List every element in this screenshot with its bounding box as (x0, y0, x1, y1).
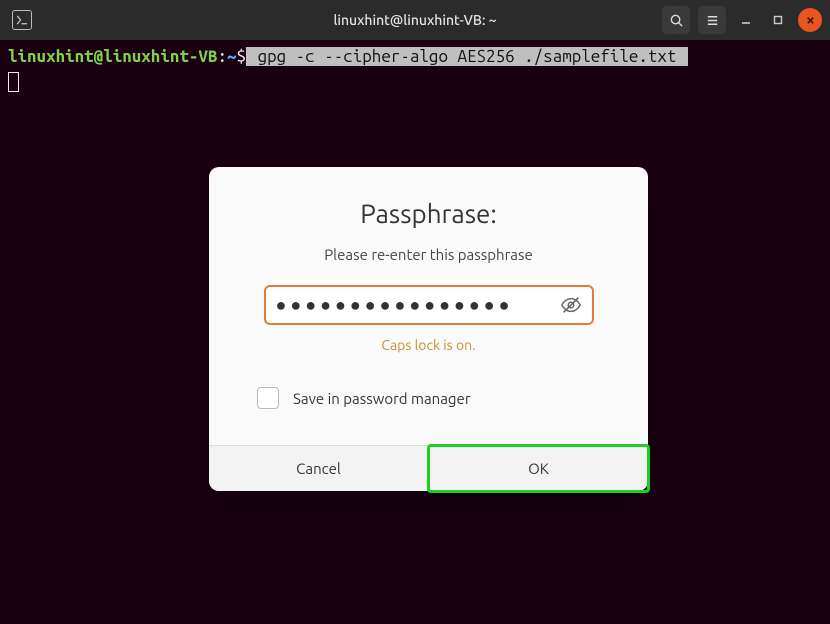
toggle-visibility-button[interactable] (560, 294, 582, 316)
window-title: linuxhint@linuxhint-VB: ~ (0, 12, 830, 28)
password-field-wrap (264, 285, 594, 325)
dialog-buttons: Cancel OK (209, 445, 648, 491)
prompt-user: linuxhint@linuxhint-VB (8, 47, 217, 66)
command-line: linuxhint@linuxhint-VB:~$ gpg -c --ciphe… (0, 40, 830, 68)
passphrase-input[interactable] (276, 295, 560, 316)
terminal-cursor (8, 72, 19, 92)
terminal-window: linuxhint@linuxhint-VB: ~ linuxhint@linu… (0, 0, 830, 624)
ok-button[interactable]: OK (429, 446, 648, 491)
dialog-title: Passphrase: (237, 199, 620, 228)
eye-off-icon (560, 294, 582, 316)
cancel-button[interactable]: Cancel (209, 446, 429, 491)
prompt-path: ~ (227, 47, 237, 66)
passphrase-dialog: Passphrase: Please re-enter this passphr… (209, 167, 648, 491)
titlebar: linuxhint@linuxhint-VB: ~ (0, 0, 830, 40)
save-password-label: Save in password manager (293, 390, 471, 407)
cancel-button-label: Cancel (296, 460, 341, 477)
save-row: Save in password manager (257, 387, 620, 409)
command-text: gpg -c --cipher-algo AES256 ./samplefile… (246, 47, 688, 66)
dialog-main: Passphrase: Please re-enter this passphr… (209, 167, 648, 445)
save-password-checkbox[interactable] (257, 387, 279, 409)
dialog-subtitle: Please re-enter this passphrase (237, 246, 620, 263)
caps-lock-warning: Caps lock is on. (237, 337, 620, 353)
prompt-symbol: $ (237, 47, 247, 66)
prompt-sep: : (217, 47, 227, 66)
ok-button-label: OK (528, 460, 549, 477)
